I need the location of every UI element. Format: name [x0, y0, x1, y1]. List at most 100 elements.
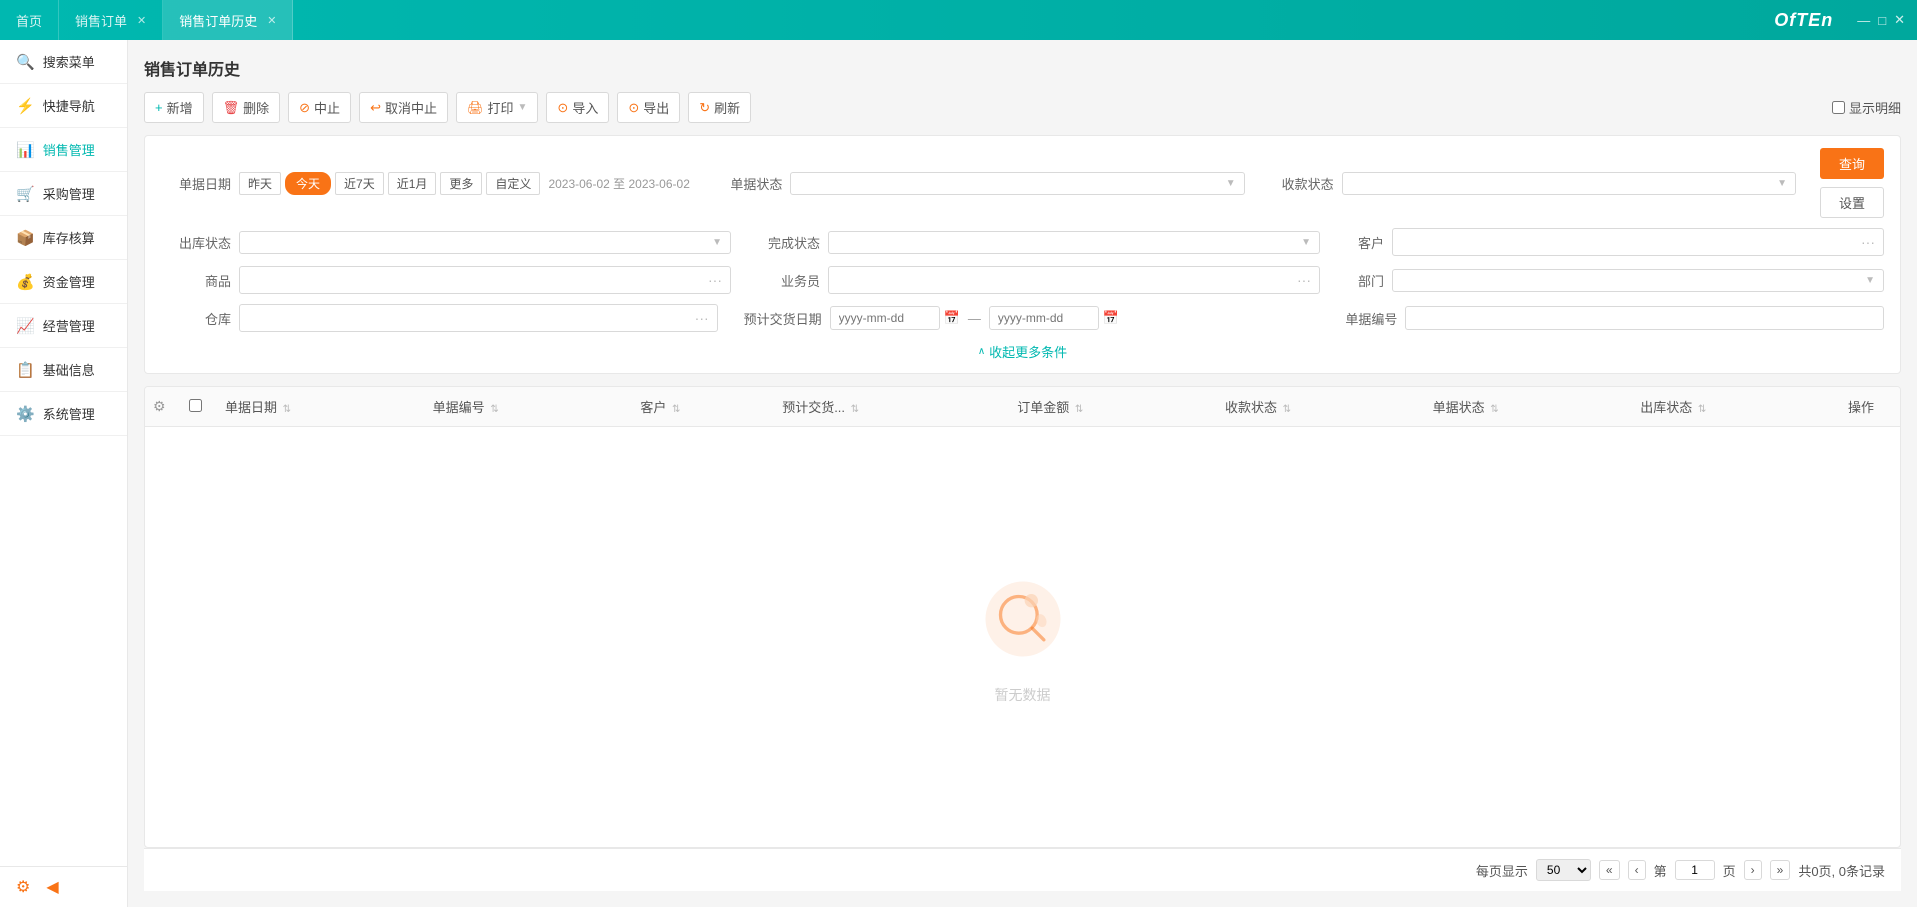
complete-status-label: 完成状态: [755, 233, 820, 252]
date-quick-btns: 昨天 今天 近7天 近1月 更多 自定义: [239, 172, 540, 195]
table-header-row: ⚙ 单据日期 ⇅ 单据编号 ⇅: [145, 387, 1900, 427]
sidebar-item-search[interactable]: 🔍 搜索菜单: [0, 40, 127, 84]
sidebar-item-operations[interactable]: 📈 经营管理: [0, 304, 127, 348]
per-page-label: 每页显示: [1476, 861, 1528, 880]
tab-sales-history[interactable]: 销售订单历史 ✕: [163, 0, 293, 40]
date-btn-1month[interactable]: 近1月: [388, 172, 437, 195]
th-order-status-sort[interactable]: ⇅: [1490, 404, 1498, 415]
tab-sales-order-close[interactable]: ✕: [137, 14, 146, 27]
payment-status-label: 收款状态: [1269, 174, 1334, 193]
export-icon: ⊙: [628, 100, 639, 116]
th-number: 单据编号 ⇅: [425, 387, 633, 427]
customer-select[interactable]: ···: [1392, 228, 1884, 256]
next-page-btn[interactable]: ›: [1744, 860, 1762, 880]
first-page-btn[interactable]: «: [1599, 860, 1620, 880]
sidebar-bottom: ⚙ ◀: [0, 866, 127, 907]
th-payment-sort[interactable]: ⇅: [1283, 404, 1291, 415]
select-all-checkbox[interactable]: [189, 399, 202, 412]
date-btn-today[interactable]: 今天: [285, 172, 331, 195]
collapse-bar[interactable]: ∧ 收起更多条件: [161, 342, 1884, 361]
prev-page-btn[interactable]: ‹: [1628, 860, 1646, 880]
warehouse-dots[interactable]: ···: [695, 310, 709, 326]
date-btn-custom[interactable]: 自定义: [486, 172, 540, 195]
add-button[interactable]: + 新增: [144, 92, 204, 123]
date-btn-yesterday[interactable]: 昨天: [239, 172, 281, 195]
sidebar-item-inventory[interactable]: 📦 库存核算: [0, 216, 127, 260]
sidebar-label-operations: 经营管理: [43, 316, 95, 335]
query-button[interactable]: 查询: [1820, 148, 1884, 179]
display-toggle[interactable]: 显示明细: [1832, 98, 1901, 117]
delivery-date-to[interactable]: [989, 306, 1099, 330]
sidebar-label-quicknav: 快捷导航: [43, 96, 95, 115]
th-order-status: 单据状态 ⇅: [1425, 387, 1633, 427]
th-delivery-status: 出库状态 ⇅: [1632, 387, 1840, 427]
date-btn-more[interactable]: 更多: [440, 172, 482, 195]
tab-home[interactable]: 首页: [0, 0, 59, 40]
th-customer-sort[interactable]: ⇅: [672, 404, 680, 415]
collapse-sidebar-icon[interactable]: ◀: [46, 877, 58, 897]
product-select[interactable]: ···: [239, 266, 731, 294]
sidebar-item-basic-info[interactable]: 📋 基础信息: [0, 348, 127, 392]
stop-label: 中止: [314, 98, 340, 117]
salesperson-dots[interactable]: ···: [1297, 272, 1311, 288]
order-number-input[interactable]: [1405, 306, 1884, 330]
display-toggle-checkbox[interactable]: [1832, 101, 1845, 114]
stop-button[interactable]: ⊘ 中止: [288, 92, 351, 123]
sidebar-item-quicknav[interactable]: ⚡ 快捷导航: [0, 84, 127, 128]
delivery-status-select[interactable]: ▼: [239, 231, 731, 254]
set-button[interactable]: 设置: [1820, 187, 1884, 218]
th-amount-sort[interactable]: ⇅: [1075, 404, 1083, 415]
per-page-select[interactable]: 10 20 50 100: [1536, 859, 1591, 881]
delivery-date-from[interactable]: [830, 306, 940, 330]
add-label: 新增: [167, 98, 193, 117]
delivery-status-label: 出库状态: [161, 233, 231, 252]
product-dots[interactable]: ···: [708, 272, 722, 288]
sidebar-item-purchase[interactable]: 🛒 采购管理: [0, 172, 127, 216]
delivery-status-control: ▼: [239, 231, 731, 254]
toolbar: + 新增 🗑 删除 ⊘ 中止 ↩ 取消中止 🖨 打印 ▼ ⊙ 导: [144, 92, 1901, 123]
calendar-to-icon[interactable]: 📅: [1103, 310, 1119, 326]
top-bar: 首页 销售订单 ✕ 销售订单历史 ✕ OfTEn — □ ✕: [0, 0, 1917, 40]
sidebar-item-system[interactable]: ⚙️ 系统管理: [0, 392, 127, 436]
cancel-stop-button[interactable]: ↩ 取消中止: [359, 92, 448, 123]
last-page-btn[interactable]: »: [1770, 860, 1791, 880]
order-status-select[interactable]: ▼: [790, 172, 1244, 195]
import-button[interactable]: ⊙ 导入: [546, 92, 609, 123]
print-chevron: ▼: [518, 102, 528, 113]
th-delivery-sort[interactable]: ⇅: [851, 404, 859, 415]
export-button[interactable]: ⊙ 导出: [617, 92, 680, 123]
calendar-from-icon[interactable]: 📅: [944, 310, 960, 326]
table-settings-icon[interactable]: ⚙: [153, 398, 166, 414]
page-number-input[interactable]: [1675, 860, 1715, 880]
tab-sales-order[interactable]: 销售订单 ✕: [59, 0, 163, 40]
refresh-button[interactable]: ↻ 刷新: [688, 92, 751, 123]
department-select[interactable]: ▼: [1392, 269, 1884, 292]
sidebar-item-finance[interactable]: 💰 资金管理: [0, 260, 127, 304]
customer-dots[interactable]: ···: [1861, 234, 1875, 250]
date-btn-7days[interactable]: 近7天: [335, 172, 384, 195]
print-button[interactable]: 🖨 打印 ▼: [456, 92, 538, 123]
purchase-icon: 🛒: [16, 185, 35, 203]
tab-sales-history-close[interactable]: ✕: [267, 14, 276, 27]
print-icon: 🖨: [467, 100, 484, 116]
warehouse-select[interactable]: ···: [239, 304, 718, 332]
payment-status-select[interactable]: ▼: [1342, 172, 1796, 195]
minimize-btn[interactable]: —: [1857, 13, 1870, 28]
close-btn[interactable]: ✕: [1894, 12, 1905, 28]
sidebar-label-purchase: 采购管理: [43, 184, 95, 203]
maximize-btn[interactable]: □: [1878, 13, 1886, 28]
th-number-sort[interactable]: ⇅: [490, 404, 498, 415]
complete-status-select[interactable]: ▼: [828, 231, 1320, 254]
tab-sales-order-label: 销售订单: [75, 11, 127, 30]
complete-status-control: ▼: [828, 231, 1320, 254]
sidebar-item-sales[interactable]: 📊 销售管理: [0, 128, 127, 172]
salesperson-select[interactable]: ···: [828, 266, 1320, 294]
quicknav-icon: ⚡: [16, 97, 35, 115]
settings-bottom-icon[interactable]: ⚙: [16, 877, 30, 897]
th-delivery-status-sort[interactable]: ⇅: [1698, 404, 1706, 415]
delete-button[interactable]: 🗑 删除: [212, 92, 281, 123]
sidebar-label-system: 系统管理: [43, 404, 95, 423]
th-delivery-date: 预计交货... ⇅: [774, 387, 1009, 427]
th-date-sort[interactable]: ⇅: [283, 404, 291, 415]
product-label: 商品: [161, 271, 231, 290]
